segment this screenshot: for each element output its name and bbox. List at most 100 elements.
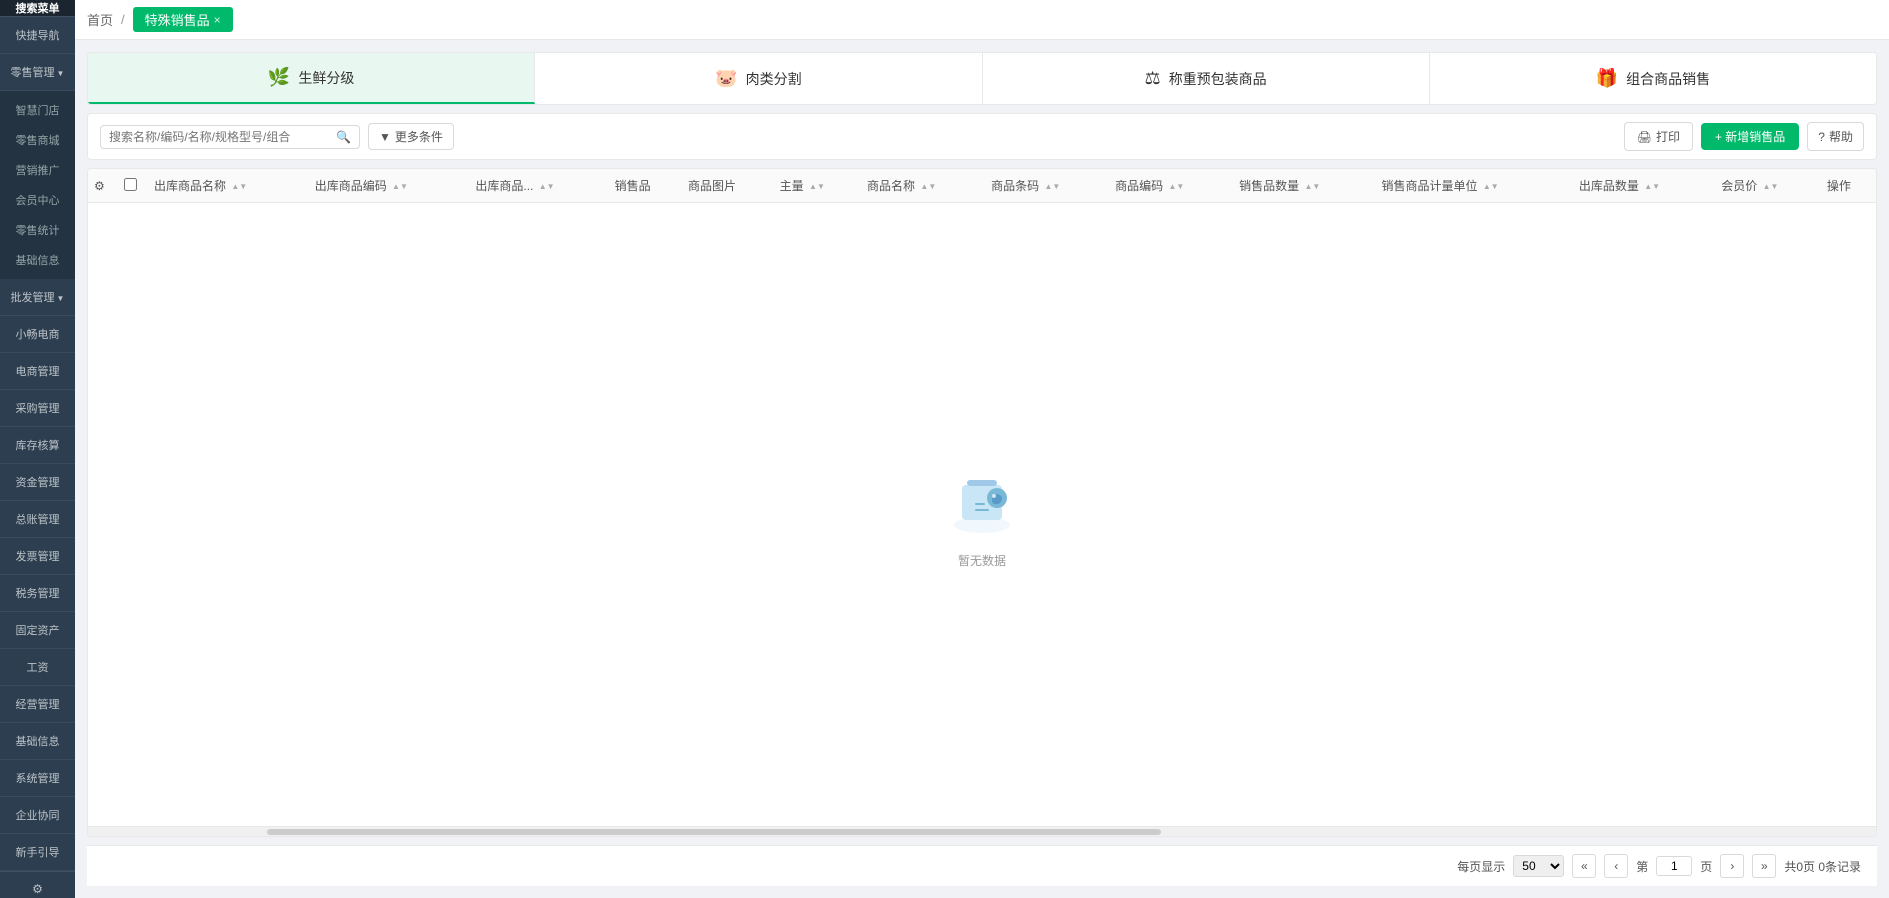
gear-icon[interactable]: ⚙ bbox=[0, 871, 75, 898]
filter-label: 更多条件 bbox=[395, 128, 443, 145]
sidebar-item-sys-mgmt[interactable]: 系统管理 bbox=[0, 760, 75, 797]
col-main-qty[interactable]: 主量 ▲▼ bbox=[774, 169, 861, 203]
page-input[interactable] bbox=[1656, 856, 1692, 876]
breadcrumb-current-label: 特殊销售品 bbox=[145, 10, 210, 29]
sidebar-item-basic-info[interactable]: 基础信息 bbox=[0, 245, 75, 275]
page-label: 第 bbox=[1636, 858, 1648, 875]
col-product-code-label: 商品编码 bbox=[1115, 179, 1163, 193]
col-out-product-code[interactable]: 出库商品编码 ▲▼ bbox=[309, 169, 470, 203]
col-settings[interactable]: ⚙ bbox=[88, 169, 118, 203]
prev-page-button[interactable]: ‹ bbox=[1604, 854, 1628, 878]
sidebar-item-general-ledger[interactable]: 总账管理 bbox=[0, 501, 75, 538]
col-product-name-label: 商品名称 bbox=[867, 179, 915, 193]
sidebar-item-invoice-mgmt[interactable]: 发票管理 bbox=[0, 538, 75, 575]
search-icon: 🔍 bbox=[336, 130, 351, 144]
tab-meat-cut-label: 肉类分割 bbox=[746, 69, 802, 89]
page-unit: 页 bbox=[1700, 858, 1712, 875]
breadcrumb-home[interactable]: 首页 bbox=[87, 10, 113, 29]
table-wrapper: ⚙ 出库商品名称 ▲▼ 出库商品编码 ▲▼ bbox=[87, 168, 1877, 837]
sort-arrows-9: ▲▼ bbox=[1483, 183, 1499, 191]
sort-arrows-8: ▲▼ bbox=[1305, 183, 1321, 191]
sidebar-item-new-guide[interactable]: 新手引导 bbox=[0, 834, 75, 871]
col-product-img: 商品图片 bbox=[682, 169, 774, 203]
col-action: 操作 bbox=[1821, 169, 1876, 203]
col-sale-unit[interactable]: 销售商品计量单位 ▲▼ bbox=[1376, 169, 1573, 203]
sidebar-retail-sub: 智慧门店 零售商城 营销推广 会员中心 零售统计 基础信息 bbox=[0, 91, 75, 279]
sort-arrows-3: ▲▼ bbox=[539, 183, 555, 191]
col-member-price[interactable]: 会员价 ▲▼ bbox=[1715, 169, 1821, 203]
sidebar-item-corp-agreement[interactable]: 企业协同 bbox=[0, 797, 75, 834]
empty-state: 暂无数据 bbox=[88, 203, 1876, 826]
tab-close-icon[interactable]: × bbox=[214, 13, 221, 27]
sidebar-item-quick-nav[interactable]: 快捷导航 bbox=[0, 17, 75, 54]
sidebar-item-basic-info2[interactable]: 基础信息 bbox=[0, 723, 75, 760]
sidebar-item-smart-store[interactable]: 智慧门店 bbox=[0, 95, 75, 125]
tab-combo-sales[interactable]: 🎁 组合商品销售 bbox=[1430, 53, 1876, 104]
tab-meat-cut[interactable]: 🐷 肉类分割 bbox=[535, 53, 982, 104]
topbar: 首页 / 特殊销售品 × bbox=[75, 0, 1889, 40]
sidebar-item-inventory[interactable]: 库存核算 bbox=[0, 427, 75, 464]
col-out-product-code-label: 出库商品编码 bbox=[315, 179, 387, 193]
sidebar-item-retail-mgmt[interactable]: 零售管理 bbox=[0, 54, 75, 91]
first-page-button[interactable]: « bbox=[1572, 854, 1596, 878]
select-all-checkbox[interactable] bbox=[124, 178, 137, 191]
sidebar-item-finance-mgmt[interactable]: 资金管理 bbox=[0, 464, 75, 501]
col-sale-product[interactable]: 销售品 bbox=[609, 169, 682, 203]
col-out-product-name[interactable]: 出库商品名称 ▲▼ bbox=[148, 169, 309, 203]
col-out-product-detail[interactable]: 出库商品... ▲▼ bbox=[469, 169, 608, 203]
col-product-code[interactable]: 商品编码 ▲▼ bbox=[1109, 169, 1233, 203]
next-page-button[interactable]: › bbox=[1720, 854, 1744, 878]
col-out-qty-label: 出库品数量 bbox=[1579, 179, 1639, 193]
col-out-product-name-label: 出库商品名称 bbox=[154, 179, 226, 193]
sort-arrows-5: ▲▼ bbox=[920, 183, 936, 191]
sidebar-item-payroll[interactable]: 工资 bbox=[0, 649, 75, 686]
tab-fresh-grade[interactable]: 🌿 生鲜分级 bbox=[88, 53, 535, 104]
per-page-select[interactable]: 50 10 20 100 bbox=[1513, 855, 1564, 877]
sidebar-item-biz-mgmt[interactable]: 经营管理 bbox=[0, 686, 75, 723]
col-sale-unit-label: 销售商品计量单位 bbox=[1382, 179, 1478, 193]
tab-weigh-pack[interactable]: ⚖ 称重预包装商品 bbox=[983, 53, 1430, 104]
toolbar-right: 🖨 打印 + 新增销售品 ? 帮助 bbox=[1624, 122, 1864, 151]
filter-button[interactable]: ▼ 更多条件 bbox=[368, 123, 454, 150]
sidebar-item-member-center[interactable]: 会员中心 bbox=[0, 185, 75, 215]
col-checkbox[interactable] bbox=[118, 169, 148, 203]
help-label: 帮助 bbox=[1829, 128, 1853, 145]
pagination: 每页显示 50 10 20 100 « ‹ 第 页 › » 共0页 0条记录 bbox=[87, 845, 1877, 886]
sidebar-item-retail-mall[interactable]: 零售商城 bbox=[0, 125, 75, 155]
col-product-barcode-label: 商品条码 bbox=[991, 179, 1039, 193]
sort-arrows-2: ▲▼ bbox=[392, 183, 408, 191]
print-button[interactable]: 🖨 打印 bbox=[1624, 122, 1693, 151]
help-button[interactable]: ? 帮助 bbox=[1807, 122, 1864, 151]
sidebar-item-mini-ecom[interactable]: 小畅电商 bbox=[0, 316, 75, 353]
fresh-grade-icon: 🌿 bbox=[268, 67, 290, 88]
sidebar-item-tax-mgmt[interactable]: 税务管理 bbox=[0, 575, 75, 612]
horizontal-scrollbar[interactable] bbox=[88, 826, 1876, 836]
col-product-barcode[interactable]: 商品条码 ▲▼ bbox=[985, 169, 1109, 203]
search-input[interactable] bbox=[109, 130, 332, 144]
sidebar-item-retail-stats[interactable]: 零售统计 bbox=[0, 215, 75, 245]
add-button[interactable]: + 新增销售品 bbox=[1701, 123, 1799, 150]
meat-cut-icon: 🐷 bbox=[715, 68, 737, 89]
sidebar-item-fixed-assets[interactable]: 固定资产 bbox=[0, 612, 75, 649]
sort-arrows-4: ▲▼ bbox=[809, 183, 825, 191]
print-icon: 🖨 bbox=[1637, 130, 1652, 144]
sort-arrows-7: ▲▼ bbox=[1168, 183, 1184, 191]
filter-icon: ▼ bbox=[379, 130, 391, 144]
col-product-name[interactable]: 商品名称 ▲▼ bbox=[861, 169, 985, 203]
sidebar-item-wholesale-mgmt[interactable]: 批发管理 bbox=[0, 279, 75, 316]
scrollbar-thumb[interactable] bbox=[267, 829, 1161, 835]
last-page-button[interactable]: » bbox=[1752, 854, 1776, 878]
sidebar-logo[interactable]: 搜索菜单 bbox=[0, 0, 75, 17]
per-page-label: 每页显示 bbox=[1457, 858, 1505, 875]
settings-icon: ⚙ bbox=[94, 179, 105, 193]
empty-illustration bbox=[942, 460, 1022, 540]
sidebar-item-sales-promo[interactable]: 营销推广 bbox=[0, 155, 75, 185]
search-box[interactable]: 🔍 bbox=[100, 125, 360, 149]
data-table: ⚙ 出库商品名称 ▲▼ 出库商品编码 ▲▼ bbox=[88, 169, 1876, 203]
col-out-qty[interactable]: 出库品数量 ▲▼ bbox=[1573, 169, 1715, 203]
col-sale-product-label: 销售品 bbox=[615, 179, 651, 193]
col-sale-qty[interactable]: 销售品数量 ▲▼ bbox=[1233, 169, 1375, 203]
sidebar-item-ecom-mgmt[interactable]: 电商管理 bbox=[0, 353, 75, 390]
help-icon: ? bbox=[1818, 130, 1825, 144]
sidebar-item-purchase-mgmt[interactable]: 采购管理 bbox=[0, 390, 75, 427]
